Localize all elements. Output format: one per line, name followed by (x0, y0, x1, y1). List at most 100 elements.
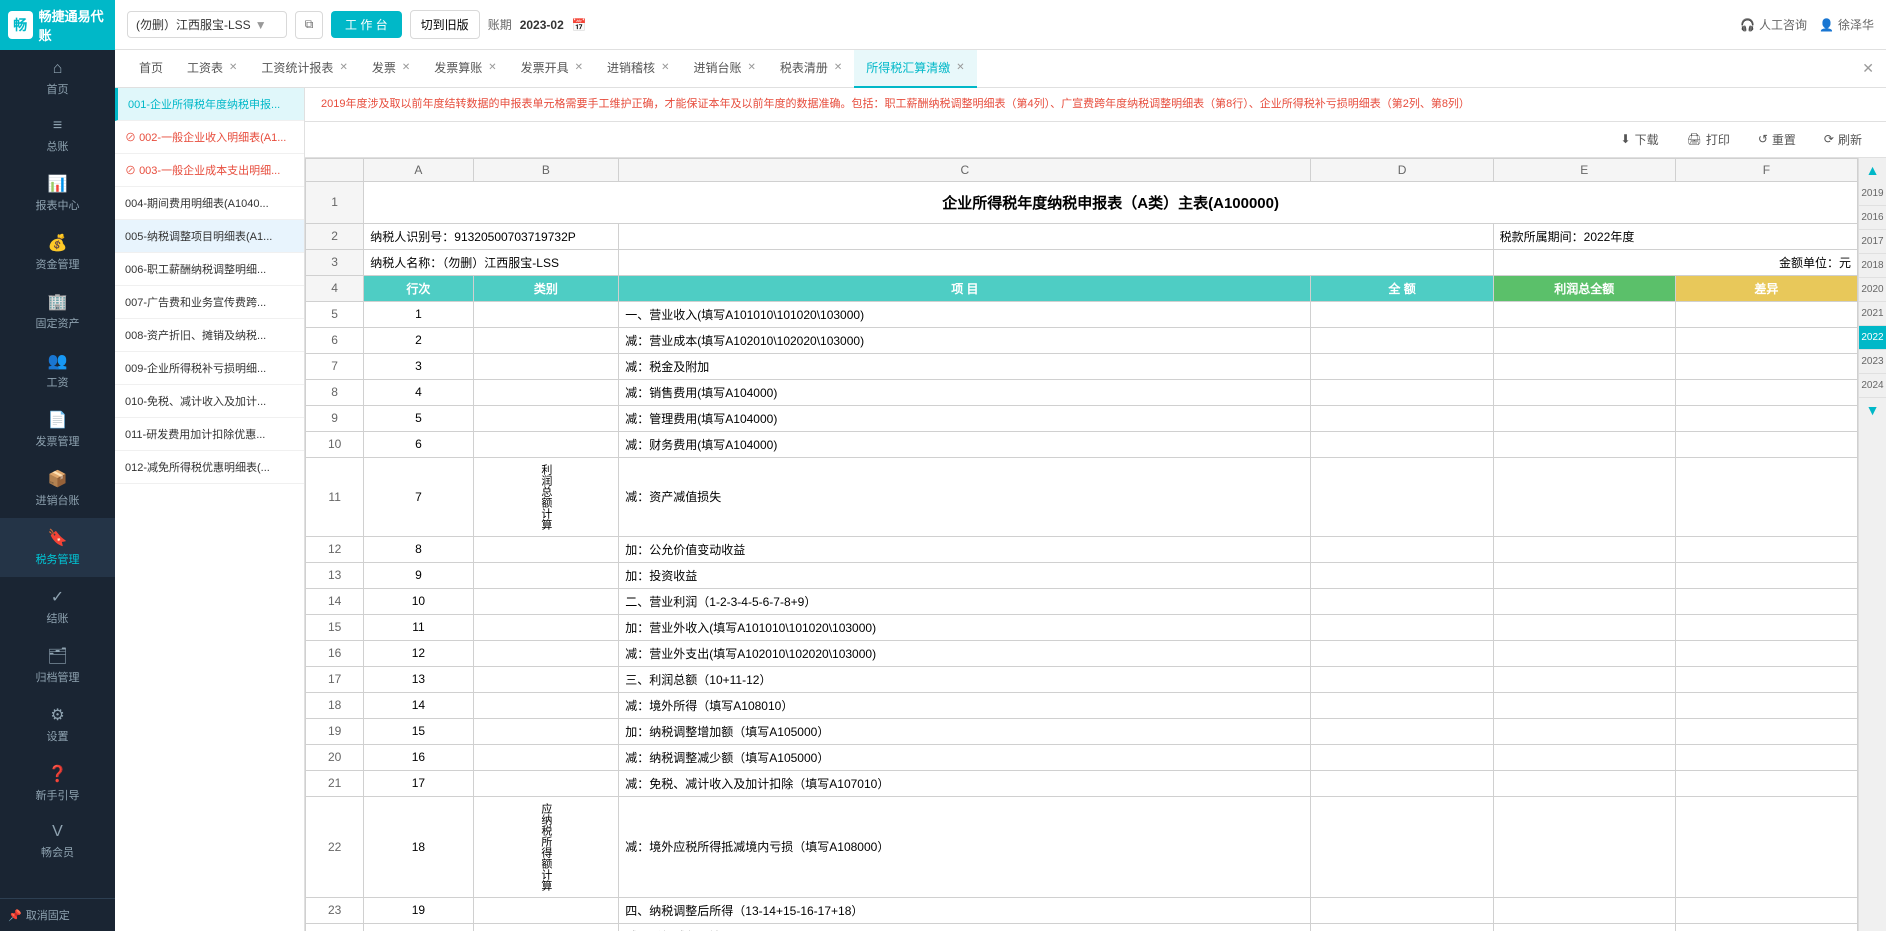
amount-cell-14[interactable] (1311, 692, 1493, 718)
amount-cell-20[interactable] (1311, 923, 1493, 931)
diff-cell-11[interactable] (1675, 614, 1857, 640)
timeline-year-2020[interactable]: 2020 (1859, 278, 1886, 302)
download-button[interactable]: ⬇ 下载 (1613, 128, 1667, 151)
profit-cell-19[interactable] (1493, 897, 1675, 923)
sidebar-item-assets[interactable]: 🏢固定资产 (0, 282, 115, 341)
amount-cell-18[interactable] (1311, 796, 1493, 897)
left-panel-item-009[interactable]: 009-企业所得税补亏损明细... (115, 352, 304, 385)
sidebar-item-tax[interactable]: 🔖税务管理 (0, 518, 115, 577)
profit-cell-3[interactable] (1493, 353, 1675, 379)
diff-cell-13[interactable] (1675, 666, 1857, 692)
profit-cell-4[interactable] (1493, 379, 1675, 405)
timeline-down-arrow[interactable]: ▼ (1862, 398, 1884, 422)
tab-close-invoice_open[interactable]: ✕ (575, 62, 583, 73)
diff-cell-7[interactable] (1675, 457, 1857, 536)
sidebar-item-invoice[interactable]: 📄发票管理 (0, 400, 115, 459)
diff-cell-9[interactable] (1675, 562, 1857, 588)
profit-cell-8[interactable] (1493, 536, 1675, 562)
print-button[interactable]: 🖨 打印 (1679, 128, 1738, 151)
diff-cell-8[interactable] (1675, 536, 1857, 562)
left-panel-item-003[interactable]: 003-一般企业成本支出明细... (115, 154, 304, 187)
tab-invoice_calc[interactable]: 发票算账✕ (422, 50, 508, 88)
tab-invoice_v[interactable]: 发票✕ (360, 50, 422, 88)
left-panel-item-007[interactable]: 007-广告费和业务宣传费跨... (115, 286, 304, 319)
timeline-year-2017[interactable]: 2017 (1859, 230, 1886, 254)
diff-cell-18[interactable] (1675, 796, 1857, 897)
workbench-button[interactable]: 工 作 台 (331, 11, 402, 38)
tab-payroll_stat[interactable]: 工资统计报表✕ (249, 50, 359, 88)
amount-cell-1[interactable] (1311, 301, 1493, 327)
tab-close-invoice_calc[interactable]: ✕ (488, 62, 496, 73)
timeline-year-2019[interactable]: 2019 (1859, 182, 1886, 206)
tab-close-tax_schedule[interactable]: ✕ (834, 62, 842, 73)
tab-close-invoice_v[interactable]: ✕ (402, 62, 410, 73)
timeline-year-2022[interactable]: 2022 (1859, 326, 1886, 350)
diff-cell-10[interactable] (1675, 588, 1857, 614)
amount-cell-7[interactable] (1311, 457, 1493, 536)
diff-cell-2[interactable] (1675, 327, 1857, 353)
sidebar-item-close[interactable]: ✓结账 (0, 577, 115, 636)
amount-cell-9[interactable] (1311, 562, 1493, 588)
tab-close-payroll_stat[interactable]: ✕ (339, 62, 347, 73)
tab-close-payroll[interactable]: ✕ (229, 62, 237, 73)
close-nav-right[interactable]: ✕ (1862, 60, 1874, 77)
tab-income_tax[interactable]: 所得税汇算清缴✕ (854, 50, 976, 88)
amount-cell-15[interactable] (1311, 718, 1493, 744)
amount-cell-6[interactable] (1311, 431, 1493, 457)
tab-tax_schedule[interactable]: 税表清册✕ (768, 50, 854, 88)
sidebar-item-fund[interactable]: 💰资金管理 (0, 223, 115, 282)
left-panel-item-004[interactable]: 004-期间费用明细表(A1040... (115, 187, 304, 220)
left-panel-item-005[interactable]: 005-纳税调整项目明细表(A1... (115, 220, 304, 253)
tab-home[interactable]: 首页 (127, 50, 175, 88)
sidebar-item-ledger[interactable]: ≡总账 (0, 107, 115, 164)
amount-cell-13[interactable] (1311, 666, 1493, 692)
timeline-year-2018[interactable]: 2018 (1859, 254, 1886, 278)
unpin-button[interactable]: 📌 取消固定 (0, 898, 115, 931)
diff-cell-20[interactable] (1675, 923, 1857, 931)
profit-cell-18[interactable] (1493, 796, 1675, 897)
tab-close-income_tax[interactable]: ✕ (956, 62, 964, 73)
diff-cell-16[interactable] (1675, 744, 1857, 770)
amount-cell-10[interactable] (1311, 588, 1493, 614)
diff-cell-6[interactable] (1675, 431, 1857, 457)
left-panel-item-011[interactable]: 011-研发费用加计扣除优惠... (115, 418, 304, 451)
amount-cell-11[interactable] (1311, 614, 1493, 640)
left-panel-item-001[interactable]: 001-企业所得税年度纳税申报... (115, 88, 304, 121)
amount-cell-2[interactable] (1311, 327, 1493, 353)
profit-cell-20[interactable] (1493, 923, 1675, 931)
left-panel-item-006[interactable]: 006-职工薪酬纳税调整明细... (115, 253, 304, 286)
profit-cell-1[interactable] (1493, 301, 1675, 327)
sidebar-item-settings[interactable]: ⚙设置 (0, 695, 115, 754)
sidebar-item-archive[interactable]: 🗂归档管理 (0, 636, 115, 695)
amount-cell-4[interactable] (1311, 379, 1493, 405)
profit-cell-7[interactable] (1493, 457, 1675, 536)
old-version-button[interactable]: 切到旧版 (410, 10, 480, 39)
tab-purchase_ledger[interactable]: 进销台账✕ (681, 50, 767, 88)
diff-cell-15[interactable] (1675, 718, 1857, 744)
profit-cell-6[interactable] (1493, 431, 1675, 457)
profit-cell-16[interactable] (1493, 744, 1675, 770)
sidebar-item-guide[interactable]: ❓新手引导 (0, 754, 115, 813)
amount-cell-16[interactable] (1311, 744, 1493, 770)
tab-payroll[interactable]: 工资表✕ (175, 50, 249, 88)
diff-cell-19[interactable] (1675, 897, 1857, 923)
amount-cell-5[interactable] (1311, 405, 1493, 431)
profit-cell-14[interactable] (1493, 692, 1675, 718)
sidebar-item-purchase[interactable]: 📦进销台账 (0, 459, 115, 518)
amount-cell-3[interactable] (1311, 353, 1493, 379)
diff-cell-3[interactable] (1675, 353, 1857, 379)
timeline-up-arrow[interactable]: ▲ (1862, 158, 1884, 182)
profit-cell-9[interactable] (1493, 562, 1675, 588)
sidebar-item-report[interactable]: 📊报表中心 (0, 164, 115, 223)
left-panel-item-002[interactable]: 002-一般企业收入明细表(A1... (115, 121, 304, 154)
tab-invoice_open[interactable]: 发票开具✕ (509, 50, 595, 88)
profit-cell-12[interactable] (1493, 640, 1675, 666)
diff-cell-5[interactable] (1675, 405, 1857, 431)
profit-cell-15[interactable] (1493, 718, 1675, 744)
copy-icon-btn[interactable]: ⧉ (295, 11, 323, 39)
timeline-year-2024[interactable]: 2024 (1859, 374, 1886, 398)
amount-cell-17[interactable] (1311, 770, 1493, 796)
diff-cell-4[interactable] (1675, 379, 1857, 405)
profit-cell-2[interactable] (1493, 327, 1675, 353)
profit-cell-17[interactable] (1493, 770, 1675, 796)
